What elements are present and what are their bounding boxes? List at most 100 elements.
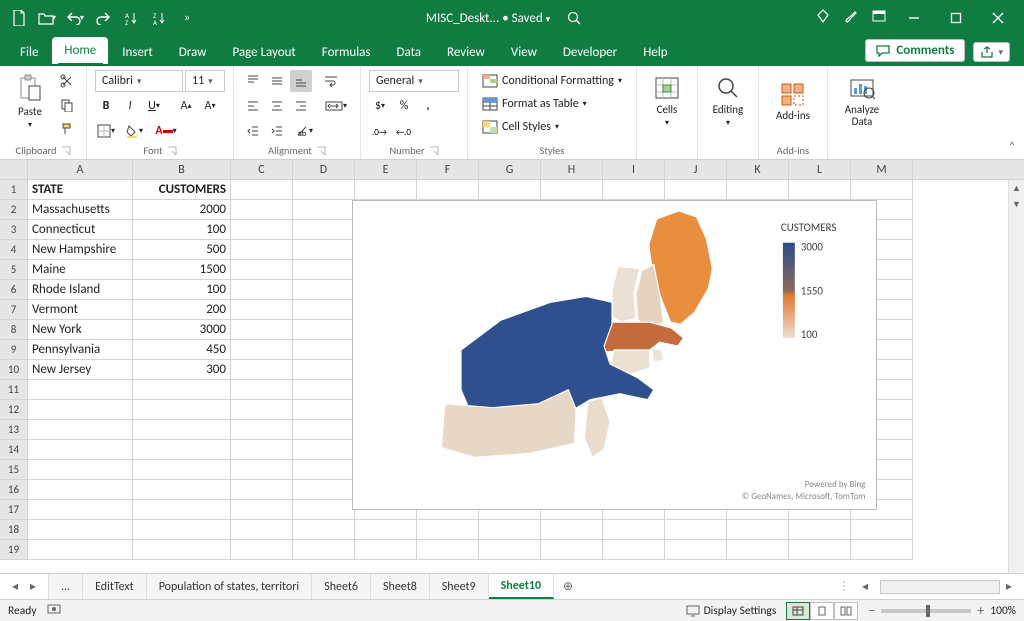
cell[interactable] <box>789 520 851 540</box>
select-all-button[interactable] <box>0 160 28 179</box>
cell[interactable]: Maine <box>28 260 133 280</box>
cell[interactable] <box>417 540 479 560</box>
row-header[interactable]: 13 <box>0 420 28 440</box>
cell[interactable] <box>231 500 293 520</box>
cell[interactable] <box>293 200 355 220</box>
minimize-button[interactable] <box>894 3 934 33</box>
cell[interactable] <box>603 520 665 540</box>
vertical-scrollbar[interactable]: ▲ ▼ <box>1008 180 1024 573</box>
cell[interactable]: 1500 <box>133 260 231 280</box>
worksheet-grid[interactable]: 1STATECUSTOMERS2Massachusetts20003Connec… <box>0 180 1024 573</box>
row-header[interactable]: 19 <box>0 540 28 560</box>
tab-insert[interactable]: Insert <box>110 39 165 66</box>
redo-icon[interactable] <box>90 5 116 31</box>
search-icon[interactable] <box>564 8 584 28</box>
col-header-m[interactable]: M <box>851 160 913 179</box>
align-top-icon[interactable] <box>242 70 264 92</box>
increase-font-icon[interactable]: A▴ <box>175 95 197 117</box>
cell[interactable] <box>28 420 133 440</box>
cell[interactable] <box>231 260 293 280</box>
tab-help[interactable]: Help <box>631 39 679 66</box>
cell[interactable] <box>28 480 133 500</box>
row-header[interactable]: 1 <box>0 180 28 200</box>
cell[interactable] <box>231 460 293 480</box>
cell[interactable] <box>541 520 603 540</box>
zoom-out-button[interactable]: − <box>868 602 875 619</box>
align-center-icon[interactable] <box>266 95 288 117</box>
cell[interactable]: 300 <box>133 360 231 380</box>
cell[interactable] <box>293 400 355 420</box>
cell[interactable] <box>293 380 355 400</box>
cut-icon[interactable] <box>56 70 78 92</box>
row-header[interactable]: 16 <box>0 480 28 500</box>
row-header[interactable]: 7 <box>0 300 28 320</box>
cell[interactable] <box>28 380 133 400</box>
cell[interactable] <box>133 500 231 520</box>
row-header[interactable]: 10 <box>0 360 28 380</box>
decrease-font-icon[interactable]: A▾ <box>199 95 221 117</box>
row-header[interactable]: 3 <box>0 220 28 240</box>
diamond-icon[interactable] <box>810 3 836 29</box>
row-header[interactable]: 17 <box>0 500 28 520</box>
cell[interactable]: 2000 <box>133 200 231 220</box>
cell[interactable]: 450 <box>133 340 231 360</box>
cell[interactable]: Vermont <box>28 300 133 320</box>
close-button[interactable] <box>978 3 1018 33</box>
macro-record-icon[interactable] <box>47 603 61 619</box>
cell[interactable] <box>541 180 603 200</box>
sheet-tab-more[interactable]: ... <box>49 574 83 599</box>
col-header-e[interactable]: E <box>355 160 417 179</box>
merge-center-button[interactable]: ▾ <box>320 95 352 117</box>
cell[interactable] <box>665 520 727 540</box>
cell[interactable] <box>28 400 133 420</box>
row-header[interactable]: 2 <box>0 200 28 220</box>
sheet-tab-sheet10[interactable]: Sheet10 <box>489 574 554 599</box>
increase-indent-icon[interactable] <box>266 120 288 142</box>
cell[interactable] <box>133 460 231 480</box>
cell[interactable] <box>133 380 231 400</box>
col-header-i[interactable]: I <box>603 160 665 179</box>
page-layout-view-button[interactable] <box>810 602 834 620</box>
format-as-table-button[interactable]: Format as Table▾ <box>476 93 628 115</box>
display-settings-button[interactable]: Display Settings <box>686 604 777 618</box>
col-header-c[interactable]: C <box>231 160 293 179</box>
col-header-h[interactable]: H <box>541 160 603 179</box>
cell[interactable]: 200 <box>133 300 231 320</box>
format-painter-icon[interactable] <box>56 118 78 140</box>
sort-asc-icon[interactable]: AZ <box>118 5 144 31</box>
cell[interactable]: 500 <box>133 240 231 260</box>
page-break-view-button[interactable] <box>834 602 858 620</box>
share-button[interactable]: ▾ <box>973 42 1010 62</box>
comma-format-icon[interactable]: , <box>417 95 439 117</box>
cell[interactable] <box>231 280 293 300</box>
cell[interactable] <box>293 360 355 380</box>
cell[interactable]: Connecticut <box>28 220 133 240</box>
increase-decimal-icon[interactable]: .0→ <box>369 120 391 142</box>
cell[interactable] <box>28 500 133 520</box>
cell[interactable] <box>293 320 355 340</box>
cell[interactable] <box>231 180 293 200</box>
maximize-button[interactable] <box>936 3 976 33</box>
col-header-g[interactable]: G <box>479 160 541 179</box>
font-name-select[interactable]: Calibri▾ <box>95 70 183 92</box>
cell[interactable] <box>293 460 355 480</box>
tab-formulas[interactable]: Formulas <box>310 39 383 66</box>
cell[interactable]: STATE <box>28 180 133 200</box>
cell[interactable] <box>231 420 293 440</box>
orientation-button[interactable]: ab▾ <box>290 120 318 142</box>
number-format-select[interactable]: General▾ <box>369 70 459 92</box>
sort-desc-icon[interactable]: ZA <box>146 5 172 31</box>
font-dialog-launcher[interactable] <box>167 146 177 156</box>
italic-button[interactable]: I <box>119 95 141 117</box>
sheet-tab-sheet8[interactable]: Sheet8 <box>371 574 430 599</box>
wrap-text-button[interactable] <box>320 70 342 92</box>
map-chart[interactable]: CUSTOMERS 3000 1550 100 Powered by Bing … <box>352 200 877 510</box>
cell[interactable] <box>293 500 355 520</box>
qat-overflow-button[interactable]: » <box>174 5 200 31</box>
alignment-dialog-launcher[interactable] <box>316 146 326 156</box>
cell[interactable] <box>133 540 231 560</box>
row-header[interactable]: 4 <box>0 240 28 260</box>
cell[interactable] <box>541 540 603 560</box>
cell[interactable] <box>665 180 727 200</box>
zoom-level[interactable]: 100% <box>990 604 1016 618</box>
